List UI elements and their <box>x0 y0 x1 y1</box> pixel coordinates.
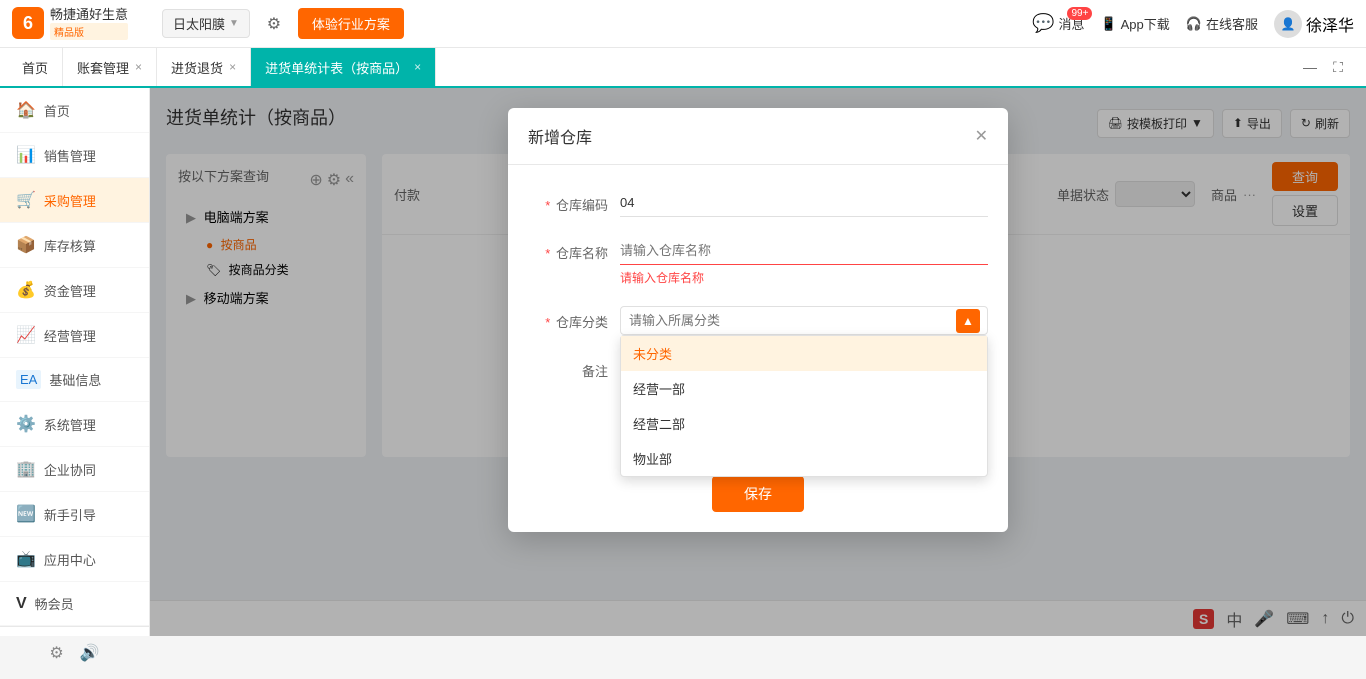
sidebar-item-finance[interactable]: 💰 资金管理 <box>0 268 149 313</box>
warehouse-name-input[interactable] <box>620 237 988 265</box>
chevron-down-icon: ▼ <box>229 18 239 29</box>
tab-accounts[interactable]: 账套管理 × <box>63 48 157 86</box>
tab-purchase-return-close[interactable]: × <box>229 60 236 74</box>
app-download-link[interactable]: 📱 App下载 <box>1100 14 1169 33</box>
sidebar-item-guide[interactable]: 🆕 新手引导 <box>0 492 149 537</box>
tab-minimize-btn[interactable]: — <box>1298 55 1322 79</box>
trial-button[interactable]: 体验行业方案 <box>298 8 404 39</box>
vip-icon: V <box>16 595 27 613</box>
tab-home[interactable]: 首页 <box>8 48 63 86</box>
category-label: * 仓库分类 <box>528 306 608 331</box>
inventory-icon: 📦 <box>16 235 36 255</box>
save-button[interactable]: 保存 <box>712 476 804 512</box>
modal-body: * 仓库编码 * 仓库名称 <box>508 165 1008 464</box>
search-selector[interactable]: 日太阳膜 ▼ <box>162 9 250 38</box>
header-right: 💬 99+ 消息 📱 App下载 🎧 在线客服 👤 徐泽华 <box>1032 10 1354 38</box>
search-value: 日太阳膜 <box>173 14 225 33</box>
sidebar-item-apps[interactable]: 📺 应用中心 <box>0 537 149 582</box>
tab-accounts-close[interactable]: × <box>135 60 142 74</box>
category-select-control: ▲ 未分类 经营一部 经营二部 物业部 <box>620 306 988 335</box>
code-input-control <box>620 189 988 217</box>
header-search-area: 日太阳膜 ▼ ⚙ 体验行业方案 <box>162 8 1032 40</box>
dropdown-item-dept3[interactable]: 物业部 <box>621 441 987 476</box>
logo-area: 6 畅捷通好生意 精品版 <box>12 7 162 41</box>
form-group-name: * 仓库名称 请输入仓库名称 <box>528 237 988 286</box>
category-select-input[interactable] <box>620 306 988 335</box>
required-mark-name: * <box>545 246 550 261</box>
sidebar-sound-icon[interactable]: 🔊 <box>80 643 100 663</box>
warehouse-code-input[interactable] <box>620 189 988 217</box>
name-input-control: 请输入仓库名称 <box>620 237 988 286</box>
app-logo-icon: 6 <box>12 7 44 39</box>
sidebar-item-home[interactable]: 🏠 首页 <box>0 88 149 133</box>
home-icon: 🏠 <box>16 100 36 120</box>
category-dropdown-toggle[interactable]: ▲ <box>956 309 980 333</box>
name-label: * 仓库名称 <box>528 237 608 262</box>
user-avatar-area[interactable]: 👤 徐泽华 <box>1274 10 1354 38</box>
dropdown-item-none[interactable]: 未分类 <box>621 336 987 371</box>
tab-bar: 首页 账套管理 × 进货退货 × 进货单统计表（按商品） × — ⛶ <box>0 48 1366 88</box>
user-icon: 👤 <box>1281 17 1296 31</box>
sidebar-item-purchase[interactable]: 🛒 采购管理 <box>0 178 149 223</box>
main-layout: 🏠 首页 📊 销售管理 🛒 采购管理 📦 库存核算 💰 资金管理 📈 经营管理 … <box>0 88 1366 636</box>
dropdown-item-dept2[interactable]: 经营二部 <box>621 406 987 441</box>
content-area: 进货单统计（按商品） 🖨 按模板打印 ▼ ⬆ 导出 ↻ 刷新 <box>150 88 1366 636</box>
form-group-code: * 仓库编码 <box>528 189 988 217</box>
brand-name: 畅捷通好生意 <box>50 7 128 24</box>
top-header: 6 畅捷通好生意 精品版 日太阳膜 ▼ ⚙ 体验行业方案 💬 99+ 消息 📱 … <box>0 0 1366 48</box>
apps-icon: 📺 <box>16 549 36 569</box>
sidebar-item-enterprise[interactable]: 🏢 企业协同 <box>0 447 149 492</box>
tab-purchase-return[interactable]: 进货退货 × <box>157 48 251 86</box>
name-error-msg: 请输入仓库名称 <box>620 269 988 286</box>
form-group-category: * 仓库分类 ▲ 未分类 <box>528 306 988 335</box>
sidebar-item-basic[interactable]: EA 基础信息 <box>0 358 149 402</box>
sidebar-item-operations[interactable]: 📈 经营管理 <box>0 313 149 358</box>
new-warehouse-modal: 新增仓库 ✕ * 仓库编码 <box>508 108 1008 532</box>
code-label: * 仓库编码 <box>528 189 608 214</box>
sidebar-item-inventory[interactable]: 📦 库存核算 <box>0 223 149 268</box>
headset-icon: 🎧 <box>1186 16 1202 32</box>
tab-controls: — ⛶ <box>1290 48 1358 86</box>
purchase-icon: 🛒 <box>16 190 36 210</box>
settings-icon[interactable]: ⚙ <box>258 8 290 40</box>
notif-badge: 99+ <box>1067 7 1092 20</box>
basic-info-icon: EA <box>16 370 41 389</box>
guide-icon: 🆕 <box>16 504 36 524</box>
modal-close-button[interactable]: ✕ <box>975 126 988 146</box>
sidebar-item-system[interactable]: ⚙️ 系统管理 <box>0 402 149 447</box>
tab-purchase-stats-close[interactable]: × <box>414 60 421 74</box>
phone-icon: 📱 <box>1100 16 1116 32</box>
avatar: 👤 <box>1274 10 1302 38</box>
required-mark: * <box>545 198 550 213</box>
online-service-link[interactable]: 🎧 在线客服 <box>1186 14 1258 33</box>
sidebar: 🏠 首页 📊 销售管理 🛒 采购管理 📦 库存核算 💰 资金管理 📈 经营管理 … <box>0 88 150 636</box>
notes-label: 备注 <box>528 355 608 380</box>
notification-area[interactable]: 💬 99+ 消息 <box>1032 13 1084 34</box>
dropdown-item-dept1[interactable]: 经营一部 <box>621 371 987 406</box>
enterprise-icon: 🏢 <box>16 459 36 479</box>
chevron-up-icon: ▲ <box>962 314 974 328</box>
brand-badge: 精品版 <box>50 23 128 40</box>
required-mark-cat: * <box>545 315 550 330</box>
modal-header: 新增仓库 ✕ <box>508 108 1008 165</box>
sidebar-item-vip[interactable]: V 畅会员 <box>0 582 149 626</box>
username-label: 徐泽华 <box>1306 12 1354 36</box>
sidebar-settings-icon[interactable]: ⚙ <box>49 643 63 663</box>
sidebar-bottom: ⚙ 🔊 <box>0 626 149 679</box>
sales-icon: 📊 <box>16 145 36 165</box>
finance-icon: 💰 <box>16 280 36 300</box>
tab-purchase-stats[interactable]: 进货单统计表（按商品） × <box>251 48 436 86</box>
category-select-wrapper: ▲ <box>620 306 988 335</box>
category-dropdown-list: 未分类 经营一部 经营二部 物业部 <box>620 335 988 477</box>
modal-overlay: 新增仓库 ✕ * 仓库编码 <box>150 88 1366 636</box>
message-icon: 💬 <box>1032 13 1054 34</box>
sidebar-item-sales[interactable]: 📊 销售管理 <box>0 133 149 178</box>
system-icon: ⚙️ <box>16 414 36 434</box>
modal-title: 新增仓库 <box>528 124 592 148</box>
tab-expand-btn[interactable]: ⛶ <box>1326 55 1350 79</box>
operations-icon: 📈 <box>16 325 36 345</box>
